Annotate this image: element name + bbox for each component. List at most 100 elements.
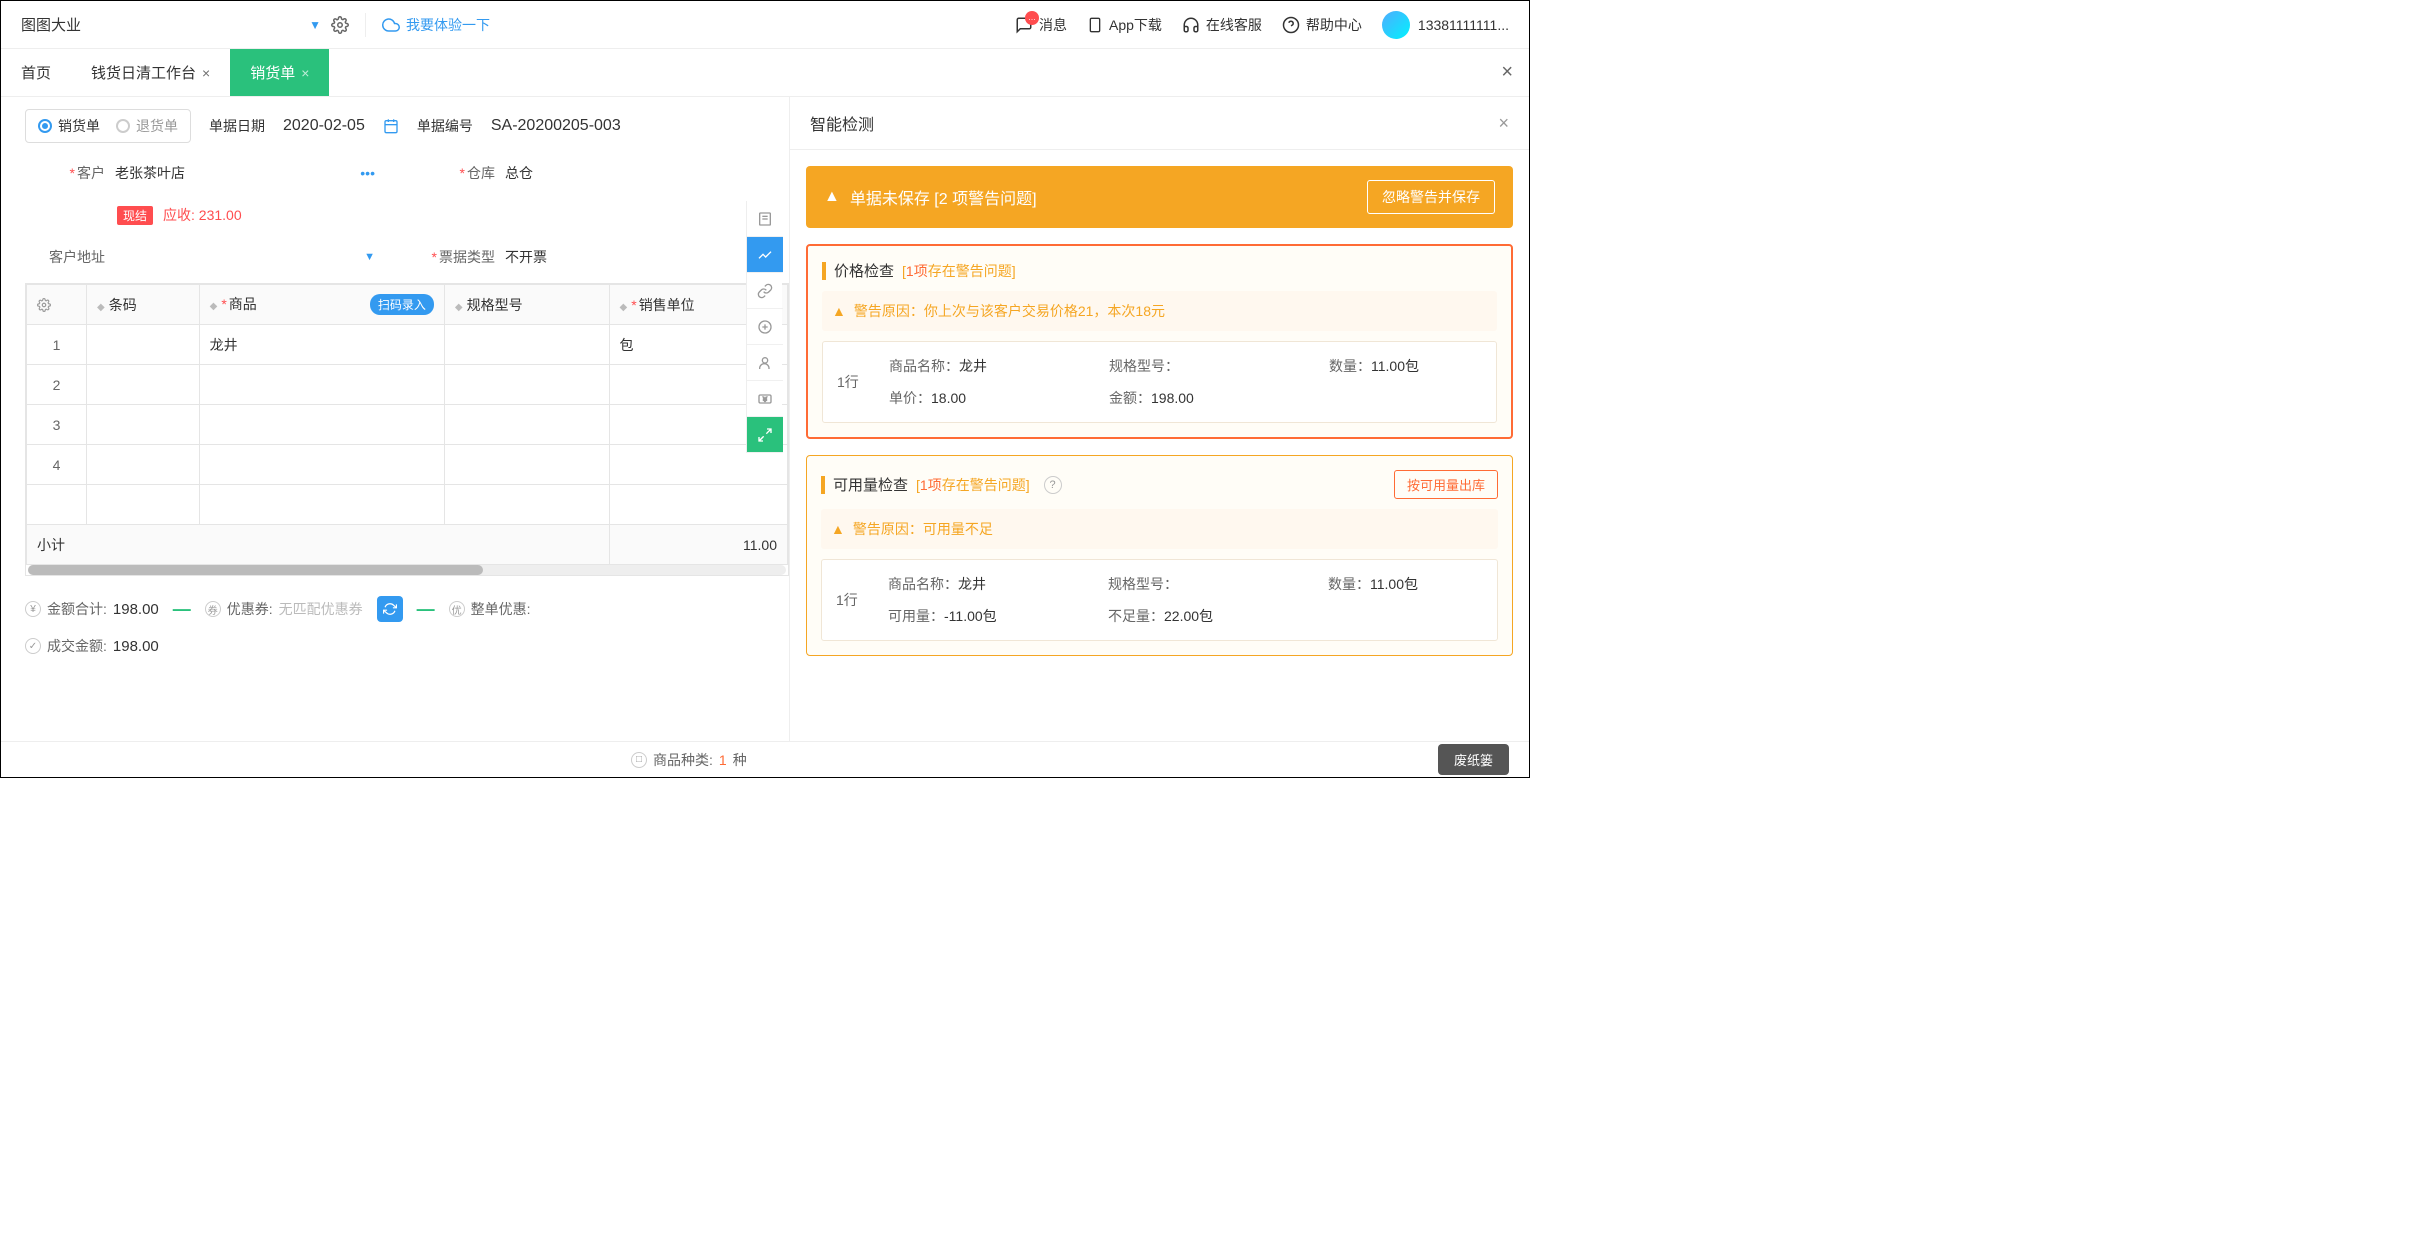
more-icon[interactable]: ••• xyxy=(360,165,375,181)
swap-icon[interactable] xyxy=(747,309,783,345)
warning-banner: ▲ 单据未保存 [2 项警告问题] 忽略警告并保存 xyxy=(806,166,1513,228)
gear-icon[interactable] xyxy=(331,16,349,34)
side-toolbar: ¥ xyxy=(746,201,782,453)
ignore-save-button[interactable]: 忽略警告并保存 xyxy=(1367,180,1495,214)
expand-icon[interactable] xyxy=(747,417,783,453)
footer-bar: □ 商品种类: 1 种 废纸篓 xyxy=(1,741,1529,777)
invoice-type-field[interactable]: *票据类型 不开票 xyxy=(415,241,625,273)
section-indicator xyxy=(821,476,825,494)
cell-product[interactable]: 龙井 xyxy=(199,325,444,365)
tab-home-label: 首页 xyxy=(21,62,51,83)
app-header: 图图大业 ▼ 我要体验一下 … 消息 App下载 在线客服 xyxy=(1,1,1529,49)
company-name: 图图大业 xyxy=(21,14,81,35)
link-icon[interactable] xyxy=(747,273,783,309)
subtotal-value: 11.00 xyxy=(609,525,787,565)
doc-no-label: 单据编号 xyxy=(417,116,473,136)
scan-input-button[interactable]: 扫码录入 xyxy=(370,294,434,315)
coupon-field[interactable]: 券 优惠券: 无匹配优惠券 xyxy=(205,599,363,619)
amount-value: 198.00 xyxy=(113,601,159,618)
price-warning-reason: ▲ 警告原因：你上次与该客户交易价格21，本次18元 xyxy=(822,291,1497,331)
warning-icon: ▲ xyxy=(824,188,840,206)
radio-sales-order[interactable]: 销货单 xyxy=(38,116,100,136)
date-value[interactable]: 2020-02-05 xyxy=(283,117,365,135)
close-panel-button[interactable]: × xyxy=(1498,113,1509,134)
tab-home[interactable]: 首页 xyxy=(1,49,71,96)
messages-button[interactable]: … 消息 xyxy=(1015,15,1067,35)
settlement-info: 现结 应收: 231.00 xyxy=(25,199,375,231)
radio-return-order[interactable]: 退货单 xyxy=(116,116,178,136)
product-kinds-summary: □ 商品种类: 1 种 xyxy=(631,750,747,770)
online-service-button[interactable]: 在线客服 xyxy=(1182,15,1262,35)
close-all-tabs-button[interactable]: × xyxy=(1485,61,1529,84)
doc-no-value: SA-20200205-003 xyxy=(491,117,621,135)
radio-icon xyxy=(116,119,130,133)
deal-label: 成交金额: xyxy=(47,636,107,656)
col-spec[interactable]: ◆规格型号 xyxy=(444,285,609,325)
price-check-section: 价格检查 [1项存在警告问题] ▲ 警告原因：你上次与该客户交易价格21，本次1… xyxy=(806,244,1513,439)
tabs-bar: 首页 钱货日清工作台× 销货单× × xyxy=(1,49,1529,97)
receivable-value: 231.00 xyxy=(199,207,242,223)
table-row[interactable]: 2 xyxy=(27,365,788,405)
amount-label: 金额合计: xyxy=(47,599,107,619)
tab-sales-order[interactable]: 销货单× xyxy=(230,49,329,96)
customer-addr-label: 客户地址 xyxy=(25,247,105,267)
try-experience-link[interactable]: 我要体验一下 xyxy=(382,15,490,35)
kinds-label: 商品种类: xyxy=(653,750,713,770)
price-detail-box: 1行 商品名称：龙井 规格型号： 数量：11.00包 单价：18.00 金额：1… xyxy=(822,341,1497,423)
table-row[interactable]: 1龙井包 xyxy=(27,325,788,365)
money-icon[interactable]: ¥ xyxy=(747,381,783,417)
invoice-value: 不开票 xyxy=(505,247,547,267)
table-row[interactable]: 3 xyxy=(27,405,788,445)
notification-badge: … xyxy=(1025,11,1039,25)
order-discount-label: 整单优惠: xyxy=(471,599,531,619)
order-discount-field[interactable]: 优 整单优惠: xyxy=(449,599,531,619)
stock-warning-reason: ▲ 警告原因：可用量不足 xyxy=(821,509,1498,549)
avatar[interactable] xyxy=(1382,11,1410,39)
table-row[interactable] xyxy=(27,485,788,525)
items-table: ◆条码 ◆*商品扫码录入 ◆规格型号 ◆*销售单位 1龙井包 2 3 4 小计1… xyxy=(25,283,789,576)
customer-field[interactable]: *客户 老张茶叶店••• xyxy=(25,157,375,189)
close-icon[interactable]: × xyxy=(301,65,309,81)
note-icon[interactable] xyxy=(747,201,783,237)
company-selector[interactable]: 图图大业 ▼ xyxy=(21,14,321,35)
table-settings-button[interactable] xyxy=(27,285,87,325)
help-center-button[interactable]: 帮助中心 xyxy=(1282,15,1362,35)
col-barcode[interactable]: ◆条码 xyxy=(87,285,200,325)
row-label: 1行 xyxy=(836,574,872,626)
coupon-placeholder: 无匹配优惠券 xyxy=(279,599,363,619)
sales-order-form: 销货单 退货单 单据日期 2020-02-05 单据编号 SA-20200205… xyxy=(1,97,789,777)
date-label: 单据日期 xyxy=(209,116,265,136)
trash-button[interactable]: 废纸篓 xyxy=(1438,744,1509,775)
receivable-label: 应收: xyxy=(163,207,195,223)
table-row[interactable]: 4 xyxy=(27,445,788,485)
radio-return-label: 退货单 xyxy=(136,116,178,136)
app-download-label: App下载 xyxy=(1109,15,1162,35)
refresh-coupon-button[interactable] xyxy=(377,596,403,622)
warning-icon: ▲ xyxy=(832,303,846,319)
banner-text: 单据未保存 [2 项警告问题] xyxy=(850,185,1037,209)
col-product[interactable]: ◆*商品扫码录入 xyxy=(199,285,444,325)
customer-address-field[interactable]: 客户地址 ▼ xyxy=(25,241,375,273)
close-icon[interactable]: × xyxy=(202,65,210,81)
coupon-label: 优惠券: xyxy=(227,599,273,619)
app-download-button[interactable]: App下载 xyxy=(1087,15,1162,35)
price-check-title: 价格检查 xyxy=(834,260,894,281)
user-icon[interactable] xyxy=(747,345,783,381)
help-icon[interactable]: ? xyxy=(1044,476,1062,494)
stock-detail-box: 1行 商品名称：龙井 规格型号： 数量：11.00包 可用量：-11.00包 不… xyxy=(821,559,1498,641)
output-by-available-button[interactable]: 按可用量出库 xyxy=(1394,470,1498,499)
smart-detection-panel: 智能检测 × ▲ 单据未保存 [2 项警告问题] 忽略警告并保存 价格检查 [1… xyxy=(789,97,1529,777)
warehouse-value: 总仓 xyxy=(505,163,533,183)
section-indicator xyxy=(822,262,826,280)
username-label[interactable]: 13381111111... xyxy=(1418,17,1509,33)
customer-value: 老张茶叶店 xyxy=(115,163,185,183)
calendar-icon[interactable] xyxy=(383,118,399,134)
box-icon: □ xyxy=(631,752,647,768)
yen-icon: ¥ xyxy=(25,601,41,617)
warehouse-field[interactable]: *仓库 总仓 xyxy=(415,157,625,189)
horizontal-scrollbar[interactable] xyxy=(28,565,786,575)
tab-workbench[interactable]: 钱货日清工作台× xyxy=(71,49,230,96)
online-service-label: 在线客服 xyxy=(1206,15,1262,35)
chart-icon[interactable] xyxy=(747,237,783,273)
svg-text:¥: ¥ xyxy=(763,396,767,403)
